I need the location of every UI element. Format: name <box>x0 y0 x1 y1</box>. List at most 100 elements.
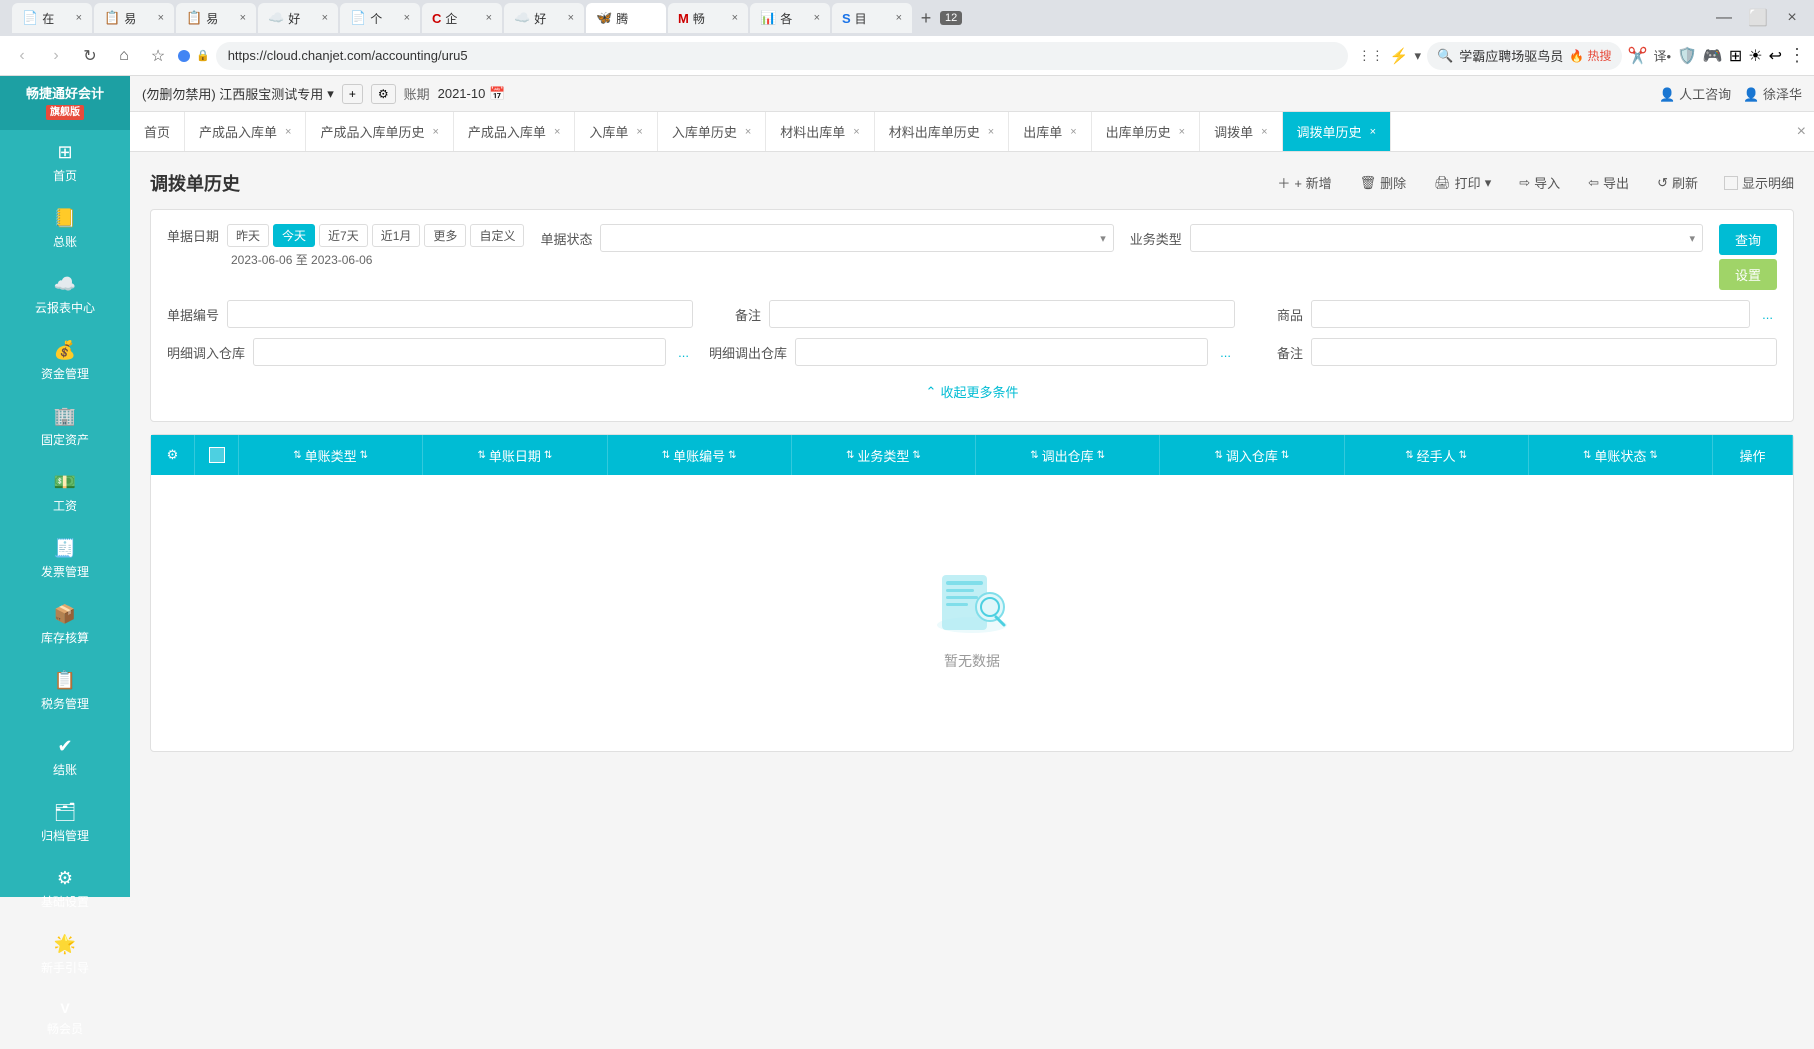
tab-material-out-close[interactable]: × <box>853 126 859 138</box>
tab-finished-in-close[interactable]: × <box>285 126 291 138</box>
sidebar-item-home[interactable]: ⊞ 首页 <box>0 130 130 196</box>
date-btn-7days[interactable]: 近7天 <box>319 224 368 247</box>
detail-in-input[interactable] <box>253 338 666 366</box>
browser-tab-6[interactable]: C 企 × <box>422 3 502 33</box>
sidebar-item-ledger[interactable]: 📒 总账 <box>0 196 130 262</box>
collapse-button[interactable]: ⌃ 收起更多条件 <box>167 376 1777 407</box>
tab-material-out[interactable]: 材料出库单 × <box>766 112 874 152</box>
display-setting[interactable]: 显示明细 <box>1724 173 1794 192</box>
display-setting-checkbox[interactable] <box>1724 176 1738 190</box>
tab-finished-in-2-close[interactable]: × <box>554 126 560 138</box>
search-bar[interactable]: 🔍 学霸应聘场驱鸟员 🔥 热搜 <box>1427 42 1621 70</box>
tab-close-3[interactable]: × <box>240 12 246 24</box>
tab-inbound-history[interactable]: 入库单历史 × <box>658 112 766 152</box>
browser-tab-10[interactable]: 📊 各 × <box>750 3 830 33</box>
th-transfer-out[interactable]: ⇅ 调出仓库 ⇅ <box>976 435 1160 475</box>
remark-input[interactable] <box>769 300 1235 328</box>
goods-dots-btn[interactable]: ... <box>1758 307 1777 322</box>
user-btn[interactable]: 👤 徐泽华 <box>1743 84 1802 103</box>
date-btn-today[interactable]: 今天 <box>273 224 315 247</box>
new-tab-button[interactable]: + <box>914 6 938 30</box>
detail-in-dots-btn[interactable]: ... <box>674 345 693 360</box>
detail-out-dots-btn[interactable]: ... <box>1216 345 1235 360</box>
tab-close-2[interactable]: × <box>158 12 164 24</box>
tab-transfer-close[interactable]: × <box>1261 126 1267 138</box>
tab-close-11[interactable]: × <box>896 12 902 24</box>
bookmark-button[interactable]: ☆ <box>144 42 172 70</box>
th-settings[interactable]: ⚙ <box>151 435 195 475</box>
browser-tab-2[interactable]: 📋 易 × <box>94 3 174 33</box>
date-btn-yesterday[interactable]: 昨天 <box>227 224 269 247</box>
home-button[interactable]: ⌂ <box>110 42 138 70</box>
th-business-type[interactable]: ⇅ 业务类型 ⇅ <box>792 435 976 475</box>
tab-close-7[interactable]: × <box>568 12 574 24</box>
back-button[interactable]: ‹ <box>8 42 36 70</box>
date-btn-1month[interactable]: 近1月 <box>372 224 421 247</box>
th-transfer-in[interactable]: ⇅ 调入仓库 ⇅ <box>1160 435 1344 475</box>
import-button[interactable]: ⇨ 导入 <box>1509 168 1570 197</box>
service-btn[interactable]: 👤 人工咨询 <box>1659 84 1731 103</box>
th-doc-type[interactable]: ⇅ 单账类型 ⇅ <box>239 435 423 475</box>
th-checkbox[interactable] <box>195 435 239 475</box>
menu-icon[interactable]: ⋮ <box>1788 45 1806 66</box>
tab-outbound-close[interactable]: × <box>1070 126 1076 138</box>
tab-outbound-history-close[interactable]: × <box>1179 126 1185 138</box>
new-record-button[interactable]: ＋ + 新增 <box>1267 168 1341 197</box>
delete-button[interactable]: 🗑 删除 <box>1350 168 1417 197</box>
tab-close-9[interactable]: × <box>732 12 738 24</box>
tab-close-6[interactable]: × <box>486 12 492 24</box>
tab-home[interactable]: 首页 <box>130 112 185 152</box>
minimize-button[interactable]: — <box>1710 4 1738 32</box>
tab-finished-in-history[interactable]: 产成品入库单历史 × <box>306 112 453 152</box>
remark2-input[interactable] <box>1311 338 1777 366</box>
filter-settings-button[interactable]: 设置 <box>1719 259 1777 290</box>
print-button[interactable]: 🖨 打印 ▾ <box>1424 168 1501 197</box>
doc-number-input[interactable] <box>227 300 693 328</box>
sidebar-item-close[interactable]: ✔ 结账 <box>0 724 130 790</box>
tab-bar-close-all[interactable]: × <box>1789 123 1814 141</box>
tab-close-10[interactable]: × <box>814 12 820 24</box>
period-value[interactable]: 2021-10 📅 <box>438 86 506 102</box>
tab-material-out-history[interactable]: 材料出库单历史 × <box>875 112 1009 152</box>
sidebar-item-settings[interactable]: ⚙ 基础设置 <box>0 856 130 922</box>
th-doc-status[interactable]: ⇅ 单账状态 ⇅ <box>1529 435 1713 475</box>
company-selector[interactable]: (勿删勿禁用) 江西服宝测试专用 ▾ <box>142 84 334 103</box>
browser-tab-5[interactable]: 📄 个 × <box>340 3 420 33</box>
sidebar-item-tax[interactable]: 📋 税务管理 <box>0 658 130 724</box>
browser-tab-7[interactable]: ☁️ 好 × <box>504 3 584 33</box>
browser-tab-9[interactable]: M 畅 × <box>668 3 748 33</box>
tab-finished-in[interactable]: 产成品入库单 × <box>185 112 306 152</box>
business-type-select[interactable] <box>1190 224 1703 252</box>
tab-transfer[interactable]: 调拨单 × <box>1200 112 1282 152</box>
sidebar-item-guide[interactable]: 🌟 新手引导 <box>0 922 130 988</box>
date-btn-more[interactable]: 更多 <box>424 224 466 247</box>
reload-button[interactable]: ↻ <box>76 42 104 70</box>
tab-outbound-history[interactable]: 出库单历史 × <box>1092 112 1200 152</box>
query-button[interactable]: 查询 <box>1719 224 1777 255</box>
forward-button[interactable]: › <box>42 42 70 70</box>
sidebar-item-invoice[interactable]: 🧾 发票管理 <box>0 526 130 592</box>
header-checkbox[interactable] <box>209 447 225 463</box>
sidebar-item-assets[interactable]: 🏢 固定资产 <box>0 394 130 460</box>
address-bar[interactable] <box>216 42 1348 70</box>
tab-material-out-history-close[interactable]: × <box>988 126 994 138</box>
status-select[interactable] <box>600 224 1113 252</box>
tab-inbound-history-close[interactable]: × <box>745 126 751 138</box>
tab-inbound-close[interactable]: × <box>636 126 642 138</box>
sidebar-item-archive[interactable]: 🗂 归档管理 <box>0 790 130 856</box>
tab-close-1[interactable]: × <box>76 12 82 24</box>
browser-tab-1[interactable]: 📄 在 × <box>12 3 92 33</box>
tab-outbound[interactable]: 出库单 × <box>1009 112 1091 152</box>
add-company-button[interactable]: + <box>342 84 363 104</box>
sidebar-item-finance[interactable]: 💰 资金管理 <box>0 328 130 394</box>
export-button[interactable]: ⇦ 导出 <box>1578 168 1639 197</box>
browser-tab-11[interactable]: S 目 × <box>832 3 912 33</box>
th-doc-number[interactable]: ⇅ 单账编号 ⇅ <box>608 435 792 475</box>
tab-inbound[interactable]: 入库单 × <box>575 112 657 152</box>
browser-tab-4[interactable]: ☁️ 好 × <box>258 3 338 33</box>
detail-out-input[interactable] <box>795 338 1208 366</box>
sidebar-item-inventory[interactable]: 📦 库存核算 <box>0 592 130 658</box>
tab-transfer-history-close[interactable]: × <box>1370 126 1376 138</box>
tab-close-4[interactable]: × <box>322 12 328 24</box>
settings-gear-button[interactable]: ⚙ <box>371 84 396 104</box>
